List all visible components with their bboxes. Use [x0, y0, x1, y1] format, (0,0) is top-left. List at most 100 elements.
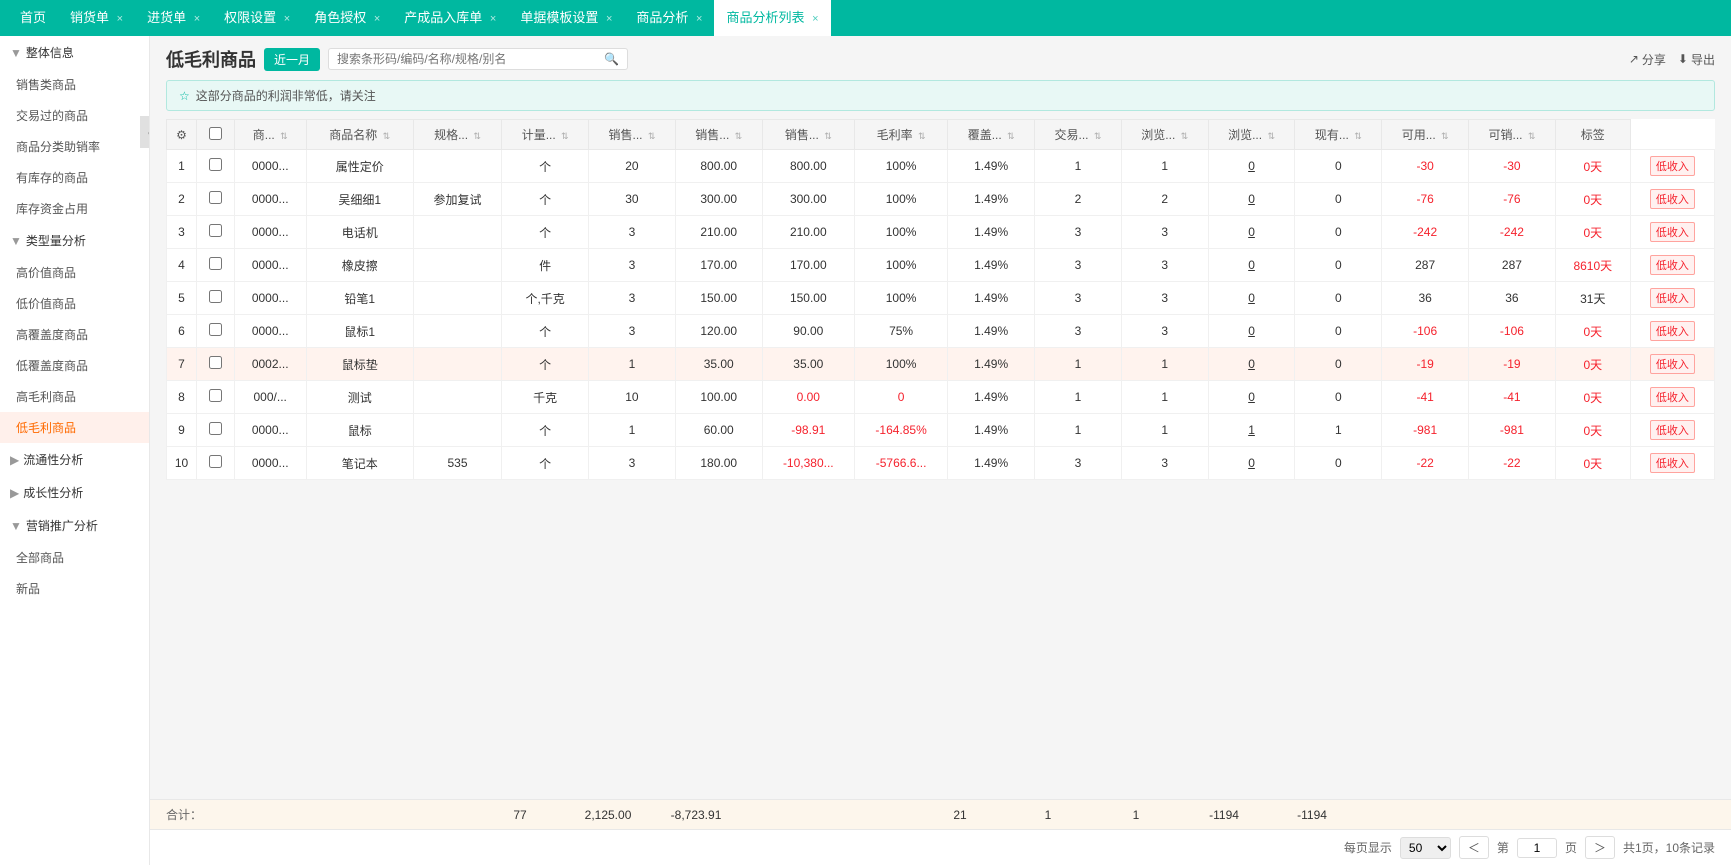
settings-column-header[interactable]: ⚙ [167, 120, 197, 150]
row-checkbox[interactable] [197, 249, 235, 282]
time-filter-button[interactable]: 近一月 [264, 48, 320, 71]
row-browse1[interactable]: 0 [1208, 348, 1295, 381]
nav-product-inbound[interactable]: 产成品入库单 × [392, 0, 508, 36]
share-button[interactable]: ↗ 分享 [1629, 51, 1666, 68]
row-select-checkbox[interactable] [209, 257, 222, 270]
browse1-link[interactable]: 0 [1248, 225, 1255, 239]
sidebar-item-low-value[interactable]: 低价值商品 [0, 288, 149, 319]
sidebar-item-low-margin[interactable]: 低毛利商品 [0, 412, 149, 443]
sidebar-item-sales-products[interactable]: 销售类商品 [0, 69, 149, 100]
sort-icon[interactable]: ⇅ [1267, 131, 1275, 142]
close-icon[interactable]: × [606, 13, 612, 25]
row-browse1[interactable]: 0 [1208, 381, 1295, 414]
sort-icon[interactable]: ⇅ [473, 131, 481, 142]
sort-icon[interactable]: ⇅ [561, 131, 569, 142]
row-checkbox[interactable] [197, 183, 235, 216]
sidebar-item-low-coverage[interactable]: 低覆盖度商品 [0, 350, 149, 381]
sidebar-section-marketing[interactable]: ▼ 营销推广分析 [0, 509, 149, 542]
row-checkbox[interactable] [197, 414, 235, 447]
row-select-checkbox[interactable] [209, 191, 222, 204]
row-browse1[interactable]: 0 [1208, 315, 1295, 348]
close-icon[interactable]: × [117, 13, 123, 25]
sidebar-item-category-sales-rate[interactable]: 商品分类助销率 [0, 131, 149, 162]
nav-permissions[interactable]: 权限设置 × [212, 0, 302, 36]
sidebar-item-all-products[interactable]: 全部商品 [0, 542, 149, 573]
row-checkbox[interactable] [197, 150, 235, 183]
row-checkbox[interactable] [197, 216, 235, 249]
close-icon[interactable]: × [696, 13, 702, 25]
browse1-link[interactable]: 0 [1248, 159, 1255, 173]
browse1-link[interactable]: 0 [1248, 324, 1255, 338]
nav-template-settings[interactable]: 单据模板设置 × [508, 0, 624, 36]
row-select-checkbox[interactable] [209, 356, 222, 369]
search-icon[interactable]: 🔍 [604, 52, 619, 66]
sidebar-item-inventory-products[interactable]: 有库存的商品 [0, 162, 149, 193]
sort-icon[interactable]: ⇅ [383, 131, 391, 142]
browse1-link[interactable]: 0 [1248, 390, 1255, 404]
next-page-button[interactable]: ＞ [1585, 836, 1615, 859]
close-icon[interactable]: × [812, 13, 818, 25]
nav-purchase-order[interactable]: 进货单 × [135, 0, 212, 36]
sort-icon[interactable]: ⇅ [1354, 131, 1362, 142]
page-size-select[interactable]: 50 100 200 [1400, 837, 1451, 859]
row-checkbox[interactable] [197, 315, 235, 348]
sort-icon[interactable]: ⇅ [280, 131, 288, 142]
sidebar-section-growth[interactable]: ▶ 成长性分析 [0, 476, 149, 509]
export-button[interactable]: ⬇ 导出 [1678, 51, 1715, 68]
sort-icon[interactable]: ⇅ [1094, 131, 1102, 142]
row-checkbox[interactable] [197, 348, 235, 381]
browse1-link[interactable]: 0 [1248, 258, 1255, 272]
sidebar-section-type-analysis[interactable]: ▼ 类型量分析 [0, 224, 149, 257]
nav-sales-order[interactable]: 销货单 × [58, 0, 135, 36]
select-all-checkbox[interactable] [209, 127, 222, 140]
prev-page-button[interactable]: ＜ [1459, 836, 1489, 859]
sidebar-collapse-button[interactable]: 《 [140, 116, 150, 148]
row-browse1[interactable]: 0 [1208, 249, 1295, 282]
sidebar-section-liquidity[interactable]: ▶ 流通性分析 [0, 443, 149, 476]
sort-icon[interactable]: ⇅ [1441, 131, 1449, 142]
nav-product-analysis[interactable]: 商品分析 × [624, 0, 714, 36]
nav-home[interactable]: 首页 [8, 0, 58, 36]
checkbox-column-header[interactable] [197, 120, 235, 150]
nav-role-auth[interactable]: 角色授权 × [302, 0, 392, 36]
close-icon[interactable]: × [194, 13, 200, 25]
row-browse1[interactable]: 0 [1208, 282, 1295, 315]
sort-icon[interactable]: ⇅ [735, 131, 743, 142]
row-select-checkbox[interactable] [209, 290, 222, 303]
sort-icon[interactable]: ⇅ [1181, 131, 1189, 142]
row-browse1[interactable]: 1 [1208, 414, 1295, 447]
close-icon[interactable]: × [374, 13, 380, 25]
row-select-checkbox[interactable] [209, 158, 222, 171]
page-input[interactable] [1517, 838, 1557, 858]
sidebar-item-traded-products[interactable]: 交易过的商品 [0, 100, 149, 131]
row-browse1[interactable]: 0 [1208, 216, 1295, 249]
row-browse1[interactable]: 0 [1208, 447, 1295, 480]
sort-icon[interactable]: ⇅ [1007, 131, 1015, 142]
search-input[interactable] [337, 52, 600, 66]
row-browse1[interactable]: 0 [1208, 183, 1295, 216]
row-select-checkbox[interactable] [209, 422, 222, 435]
browse1-link[interactable]: 0 [1248, 357, 1255, 371]
sidebar-item-high-coverage[interactable]: 高覆盖度商品 [0, 319, 149, 350]
row-select-checkbox[interactable] [209, 455, 222, 468]
close-icon[interactable]: × [490, 13, 496, 25]
row-select-checkbox[interactable] [209, 224, 222, 237]
sidebar-item-new-products[interactable]: 新品 [0, 573, 149, 604]
nav-product-analysis-list[interactable]: 商品分析列表 × [714, 0, 830, 36]
row-checkbox[interactable] [197, 381, 235, 414]
row-select-checkbox[interactable] [209, 323, 222, 336]
sort-icon[interactable]: ⇅ [824, 131, 832, 142]
sidebar-item-inventory-capital[interactable]: 库存资金占用 [0, 193, 149, 224]
sort-icon[interactable]: ⇅ [648, 131, 656, 142]
row-browse1[interactable]: 0 [1208, 150, 1295, 183]
row-checkbox[interactable] [197, 282, 235, 315]
browse1-link[interactable]: 0 [1248, 456, 1255, 470]
row-checkbox[interactable] [197, 447, 235, 480]
sidebar-section-overall[interactable]: ▼ 整体信息 [0, 36, 149, 69]
browse1-link[interactable]: 1 [1248, 423, 1255, 437]
browse1-link[interactable]: 0 [1248, 192, 1255, 206]
row-select-checkbox[interactable] [209, 389, 222, 402]
sort-icon[interactable]: ⇅ [918, 131, 926, 142]
close-icon[interactable]: × [284, 13, 290, 25]
browse1-link[interactable]: 0 [1248, 291, 1255, 305]
